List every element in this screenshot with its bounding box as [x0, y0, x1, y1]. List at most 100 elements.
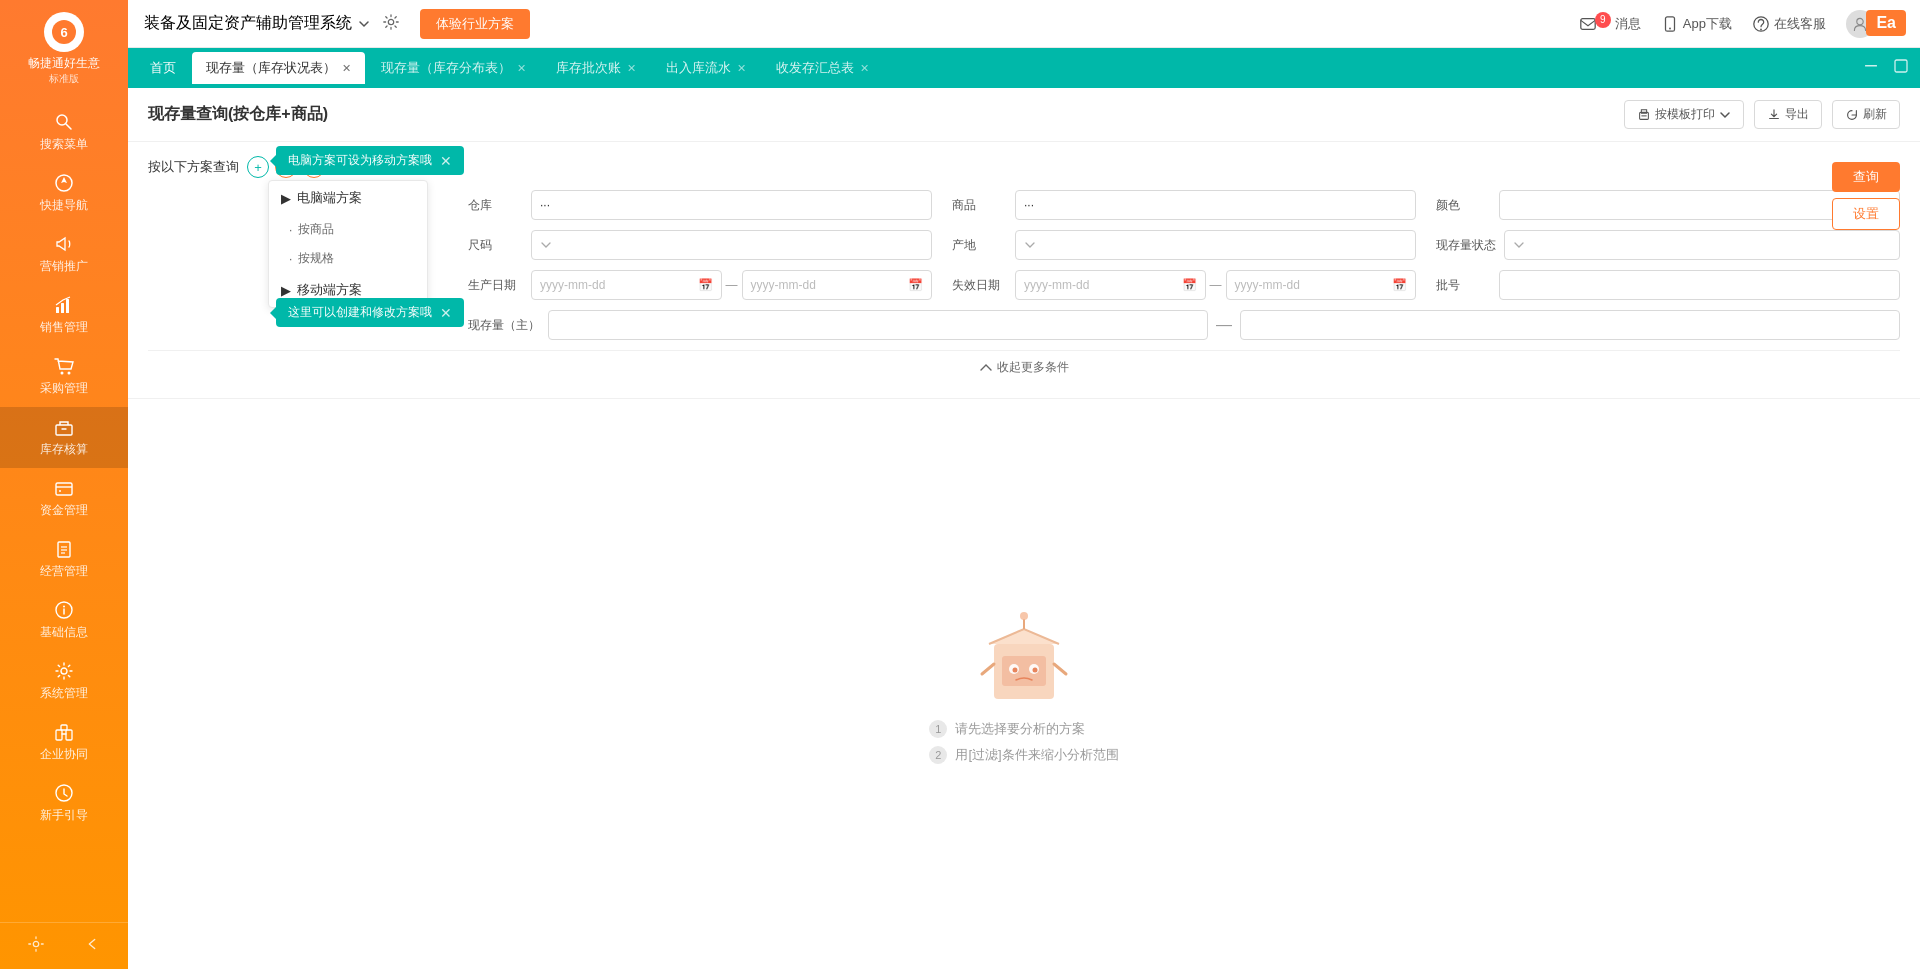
tab-inout-flow[interactable]: 出入库流水 ✕ [652, 52, 760, 84]
sidebar-item-operations[interactable]: 经营管理 [0, 529, 128, 590]
sidebar-item-basic[interactable]: 基础信息 [0, 590, 128, 651]
production-start-calendar-icon[interactable]: 📅 [698, 278, 713, 292]
tab-batch[interactable]: 库存批次账 ✕ [542, 52, 650, 84]
reset-btn[interactable]: 设置 [1832, 198, 1900, 230]
expiry-start-calendar-icon[interactable]: 📅 [1182, 278, 1197, 292]
message-icon [1579, 15, 1597, 33]
svg-text:6: 6 [60, 25, 67, 40]
tab-inventory-status-close[interactable]: ✕ [342, 62, 351, 75]
settings-footer-icon[interactable] [27, 935, 45, 957]
guide-icon [54, 783, 74, 803]
warehouse-select[interactable]: ··· [531, 190, 932, 220]
scheme-desktop[interactable]: ▶ 电脑端方案 [269, 181, 427, 215]
tab-inventory-status[interactable]: 现存量（库存状况表） ✕ [192, 52, 365, 84]
filter-row-3: 生产日期 yyyy-mm-dd 📅 — yyyy-mm-dd 📅 [468, 270, 1900, 300]
tab-inventory-dist[interactable]: 现存量（库存分布表） ✕ [367, 52, 540, 84]
sidebar-item-guide[interactable]: 新手引导 [0, 773, 128, 834]
tab-collect-summary-close[interactable]: ✕ [860, 62, 869, 75]
warehouse-label: 仓库 [468, 197, 523, 214]
production-date-start[interactable]: yyyy-mm-dd 📅 [531, 270, 722, 300]
export-btn[interactable]: 导出 [1754, 100, 1822, 129]
online-support-item[interactable]: 在线客服 [1752, 15, 1826, 33]
filter-size: 尺码 [468, 230, 932, 260]
svg-rect-25 [66, 730, 72, 740]
sidebar-item-quick[interactable]: 快捷导航 [0, 163, 128, 224]
expiry-date-start-placeholder: yyyy-mm-dd [1024, 278, 1089, 292]
page-header: 现存量查询(按仓库+商品) 按模板打印 导出 刷新 [128, 88, 1920, 142]
settings-icon[interactable] [382, 13, 400, 35]
filter-warehouse: 仓库 ··· [468, 190, 932, 220]
tooltip-scheme-edit: 这里可以创建和修改方案哦 ✕ [276, 298, 464, 327]
tab-maximize-icon[interactable] [1890, 55, 1912, 81]
scheme-sub-product[interactable]: · 按商品 [269, 215, 427, 244]
product-select[interactable]: ··· [1015, 190, 1416, 220]
topbar-right: 9 消息 App下载 在线客服 用户 [1579, 10, 1904, 38]
tab-collect-summary[interactable]: 收发存汇总表 ✕ [762, 52, 883, 84]
sidebar-item-purchase[interactable]: 采购管理 [0, 346, 128, 407]
sidebar-item-system[interactable]: 系统管理 [0, 651, 128, 712]
expiry-date-start[interactable]: yyyy-mm-dd 📅 [1015, 270, 1206, 300]
collapse-sidebar-icon[interactable] [83, 935, 101, 957]
scheme-sub-spec-label: 按规格 [298, 250, 334, 267]
export-label: 导出 [1785, 106, 1809, 123]
svg-rect-42 [1002, 656, 1046, 686]
sidebar-item-inventory[interactable]: 库存核算 [0, 407, 128, 468]
template-print-btn[interactable]: 按模板打印 [1624, 100, 1744, 129]
sidebar-item-sales[interactable]: 销售管理 [0, 285, 128, 346]
support-icon [1752, 15, 1770, 33]
expiry-end-calendar-icon[interactable]: 📅 [1392, 278, 1407, 292]
tooltip-scheme-edit-close[interactable]: ✕ [440, 305, 452, 321]
empty-step-2: 2 用[过滤]条件来缩小分析范围 [929, 746, 1118, 764]
scheme-sub-product-bullet: · [289, 223, 292, 237]
sidebar-item-search[interactable]: 搜索菜单 [0, 102, 128, 163]
system-title: 装备及固定资产辅助管理系统 [144, 13, 352, 34]
finance-icon [54, 478, 74, 498]
filter-collapse-btn[interactable]: 收起更多条件 [148, 350, 1900, 384]
origin-chevron [1024, 239, 1036, 251]
tooltip-scheme-mobile-close[interactable]: ✕ [440, 153, 452, 169]
sidebar-item-enterprise[interactable]: 企业协同 [0, 712, 128, 773]
tab-inventory-status-label: 现存量（库存状况表） [206, 59, 336, 77]
svg-point-46 [1033, 668, 1038, 673]
app-download-item[interactable]: App下载 [1661, 15, 1732, 33]
stock-status-select[interactable] [1504, 230, 1900, 260]
ea-badge: Ea [1866, 10, 1906, 36]
svg-line-49 [982, 664, 994, 674]
tab-inout-flow-close[interactable]: ✕ [737, 62, 746, 75]
inventory-icon [54, 417, 74, 437]
tab-home[interactable]: 首页 [136, 52, 190, 84]
tab-home-label: 首页 [150, 59, 176, 77]
gear-icon [54, 661, 74, 681]
logo-text: 畅捷通好生意 [28, 56, 100, 72]
refresh-btn[interactable]: 刷新 [1832, 100, 1900, 129]
sidebar-label-enterprise: 企业协同 [40, 746, 88, 763]
production-end-calendar-icon[interactable]: 📅 [908, 278, 923, 292]
add-scheme-btn[interactable]: + [247, 156, 269, 178]
production-date-end[interactable]: yyyy-mm-dd 📅 [742, 270, 933, 300]
message-item[interactable]: 9 消息 [1579, 15, 1641, 33]
tab-inventory-dist-close[interactable]: ✕ [517, 62, 526, 75]
filter-row-2: 尺码 产地 现存量状态 [468, 230, 1900, 260]
cart-icon [54, 356, 74, 376]
system-title-select[interactable]: 装备及固定资产辅助管理系统 [144, 13, 370, 34]
size-select[interactable] [531, 230, 932, 260]
expiry-date-end[interactable]: yyyy-mm-dd 📅 [1226, 270, 1417, 300]
svg-point-34 [1760, 28, 1762, 30]
tab-batch-label: 库存批次账 [556, 59, 621, 77]
trial-btn[interactable]: 体验行业方案 [420, 9, 530, 39]
scheme-sub-spec[interactable]: · 按规格 [269, 244, 427, 273]
warehouse-chevron [911, 199, 923, 211]
origin-select[interactable] [1015, 230, 1416, 260]
sidebar-item-finance[interactable]: 资金管理 [0, 468, 128, 529]
batch-input[interactable] [1499, 270, 1900, 300]
print-icon [1637, 108, 1651, 122]
tab-batch-close[interactable]: ✕ [627, 62, 636, 75]
search-btn[interactable]: 查询 [1832, 162, 1900, 192]
sidebar-item-marketing[interactable]: 营销推广 [0, 224, 128, 285]
stock-main-input-min[interactable] [548, 310, 1208, 340]
tab-minimize-icon[interactable] [1860, 55, 1882, 81]
product-label: 商品 [952, 197, 1007, 214]
stock-main-input-max[interactable] [1240, 310, 1900, 340]
filter-row-1: 仓库 ··· 商品 ··· 颜 [468, 190, 1900, 220]
logo-area: 6 畅捷通好生意 标准版 [0, 0, 128, 94]
